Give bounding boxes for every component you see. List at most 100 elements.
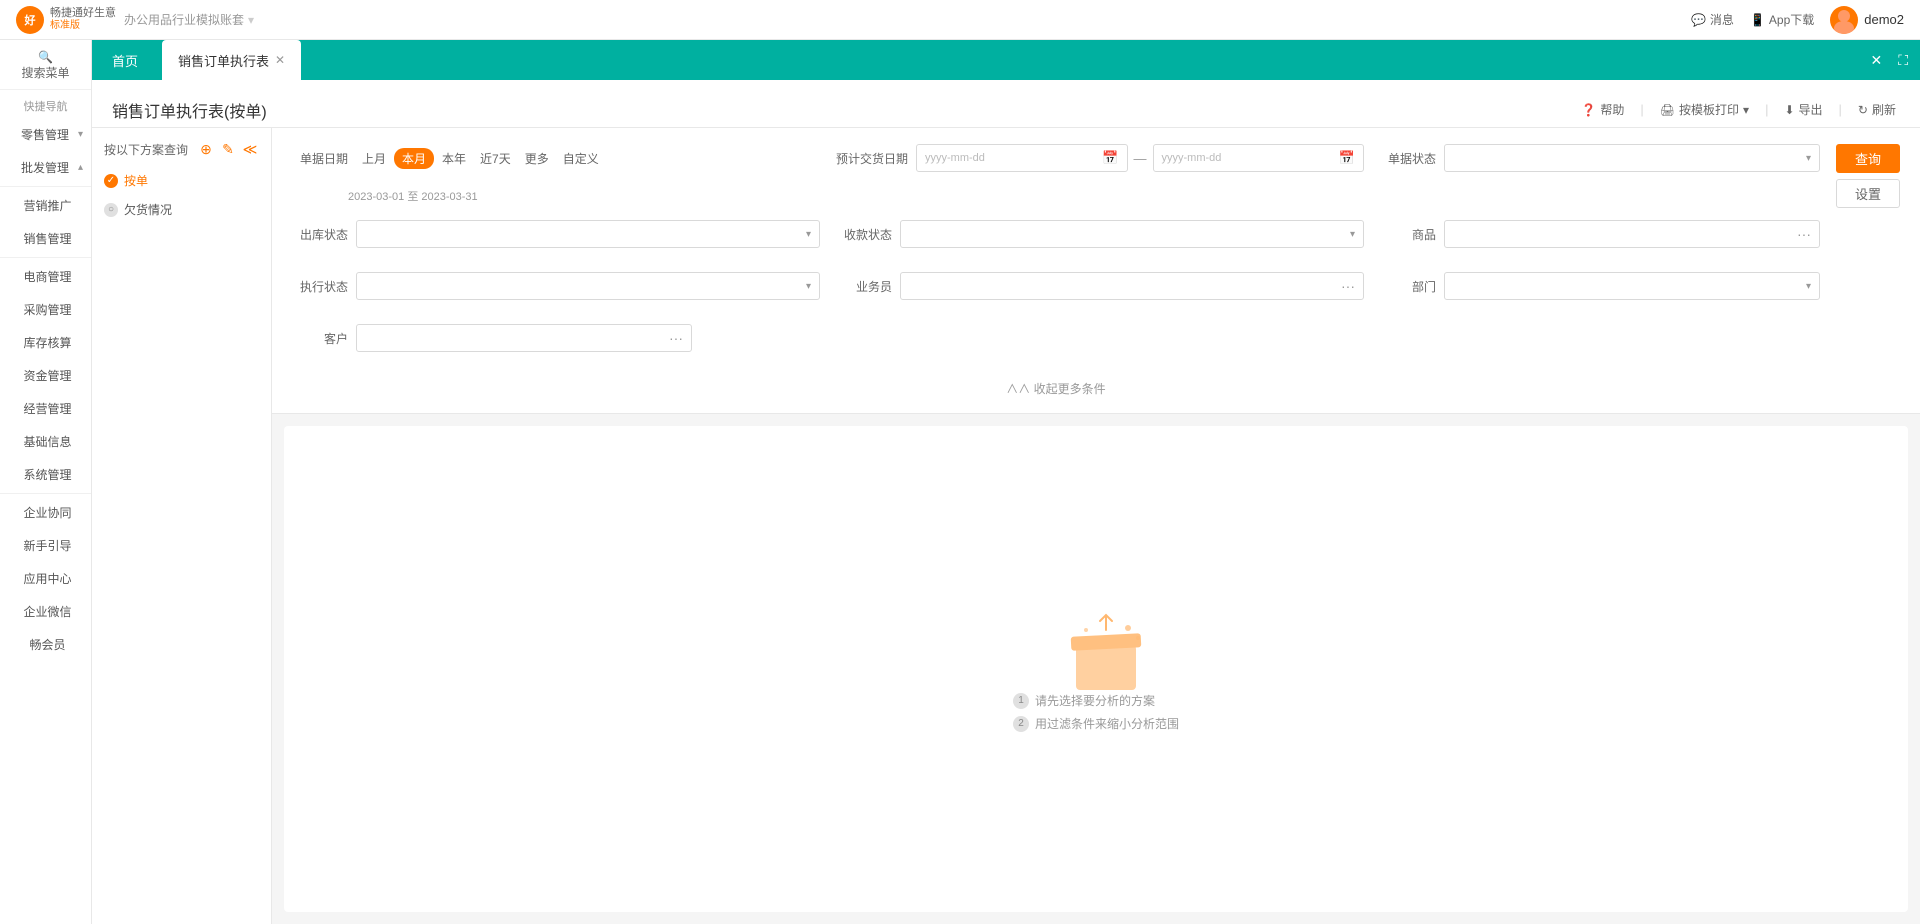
help-icon: ❓ bbox=[1581, 103, 1596, 117]
filter-item-by-order[interactable]: ✓ 按单 bbox=[92, 166, 271, 195]
message-button[interactable]: 💬 消息 bbox=[1691, 11, 1734, 28]
sidebar-item-wholesale-mgmt[interactable]: 批发管理 ▴ bbox=[0, 151, 91, 184]
calendar-start-icon[interactable]: 📅 bbox=[1102, 150, 1118, 166]
expected-date-field: 预计交货日期 yyyy-mm-dd 📅 — bbox=[836, 144, 1364, 172]
sidebar-item-basic-info[interactable]: 基础信息 bbox=[0, 425, 91, 458]
sidebar-item-sales-mgmt[interactable]: 销售管理 bbox=[0, 222, 91, 255]
out-status-dropdown[interactable]: ▾ bbox=[356, 220, 820, 248]
edit-filter-icon[interactable]: ✎ bbox=[219, 140, 237, 158]
help-button[interactable]: ❓ 帮助 bbox=[1577, 99, 1628, 120]
goods-dots[interactable]: ··· bbox=[1797, 226, 1811, 242]
collection-arrow: ▾ bbox=[1350, 229, 1355, 240]
settings-button[interactable]: 设置 bbox=[1836, 179, 1900, 208]
tab-sales-exec[interactable]: 销售订单执行表 ✕ bbox=[162, 40, 301, 80]
message-icon: 💬 bbox=[1691, 13, 1706, 27]
date-separator: — bbox=[1134, 151, 1147, 166]
exec-status-dropdown[interactable]: ▾ bbox=[356, 272, 820, 300]
date-label: 单据日期 bbox=[292, 150, 348, 167]
sidebar-search[interactable]: 🔍 搜索菜单 bbox=[0, 40, 91, 90]
print-dropdown-icon[interactable]: ▾ bbox=[1743, 103, 1749, 117]
date-tab-this-month[interactable]: 本月 bbox=[394, 148, 434, 169]
action-divider: | bbox=[1640, 102, 1643, 117]
sidebar-item-retail-mgmt[interactable]: 零售管理 ▾ bbox=[0, 118, 91, 151]
filter-panel-title: 按以下方案查询 bbox=[104, 141, 188, 158]
collapse-filter-icon[interactable]: ≪ bbox=[241, 140, 259, 158]
empty-hint-2: 2 用过滤条件来缩小分析范围 bbox=[1013, 715, 1179, 732]
sidebar: 🔍 搜索菜单 快捷导航 零售管理 ▾ 批发管理 ▴ 营销推广 销售管理 电商管理 bbox=[0, 40, 92, 924]
status-field: 单据状态 ▾ bbox=[1380, 144, 1820, 172]
sidebar-item-purchase[interactable]: 采购管理 bbox=[0, 293, 91, 326]
query-button[interactable]: 查询 bbox=[1836, 144, 1900, 173]
app-download-button[interactable]: 📱 App下载 bbox=[1750, 11, 1814, 28]
expected-date-label: 预计交货日期 bbox=[836, 150, 908, 167]
goods-field: 商品 ··· bbox=[1380, 220, 1820, 248]
filter-panel: 按以下方案查询 ⊕ ✎ ≪ ✓ 按单 ○ 欠货情况 bbox=[92, 128, 272, 924]
dept-label: 部门 bbox=[1380, 278, 1436, 295]
sidebar-item-operations[interactable]: 经营管理 bbox=[0, 392, 91, 425]
tab-close-icon[interactable]: ✕ bbox=[275, 53, 285, 67]
breadcrumb[interactable]: 办公用品行业模拟账套 ▾ bbox=[124, 11, 258, 28]
tab-fullscreen-icon[interactable]: ⛶ bbox=[1894, 48, 1912, 73]
dept-arrow: ▾ bbox=[1806, 281, 1811, 292]
refresh-button[interactable]: ↻ 刷新 bbox=[1854, 99, 1900, 120]
customer-label: 客户 bbox=[292, 330, 348, 347]
sidebar-item-inventory[interactable]: 库存核算 bbox=[0, 326, 91, 359]
customer-field: 客户 ··· bbox=[292, 324, 692, 352]
sidebar-item-app-center[interactable]: 应用中心 bbox=[0, 562, 91, 595]
customer-dots[interactable]: ··· bbox=[669, 330, 683, 346]
date-tab-custom[interactable]: 自定义 bbox=[557, 148, 605, 169]
dept-dropdown[interactable]: ▾ bbox=[1444, 272, 1820, 300]
tab-bar-right: ✕ ⛶ bbox=[1866, 48, 1920, 73]
chevron-icon: ▾ bbox=[78, 129, 83, 140]
sidebar-item-marketing[interactable]: 营销推广 bbox=[0, 189, 91, 222]
top-header: 好 畅捷通好生意 标准版 办公用品行业模拟账套 ▾ 💬 消息 📱 App下载 bbox=[0, 0, 1920, 40]
expected-date-start[interactable]: yyyy-mm-dd 📅 bbox=[916, 144, 1128, 172]
calendar-end-icon[interactable]: 📅 bbox=[1339, 150, 1355, 166]
filter-item-by-credit[interactable]: ○ 欠货情况 bbox=[92, 195, 271, 224]
status-dropdown[interactable]: ▾ bbox=[1444, 144, 1820, 172]
refresh-icon: ↻ bbox=[1858, 103, 1868, 117]
query-area: 单据日期 上月 本月 本年 近7天 更多 bbox=[272, 128, 1920, 924]
collapse-button[interactable]: ∧∧ 收起更多条件 bbox=[292, 376, 1820, 405]
top-header-left: 好 畅捷通好生意 标准版 办公用品行业模拟账套 ▾ bbox=[16, 6, 258, 34]
salesperson-label: 业务员 bbox=[836, 278, 892, 295]
logo-icon: 好 bbox=[16, 6, 44, 34]
date-tab-more[interactable]: 更多 bbox=[519, 148, 555, 169]
sidebar-item-new-guide[interactable]: 新手引导 bbox=[0, 529, 91, 562]
sidebar-quick-nav[interactable]: 快捷导航 bbox=[0, 90, 91, 118]
tab-close-all-icon[interactable]: ✕ bbox=[1866, 48, 1886, 73]
sidebar-item-enterprise-wechat[interactable]: 企业微信 bbox=[0, 595, 91, 628]
goods-label: 商品 bbox=[1380, 226, 1436, 243]
collection-label: 收款状态 bbox=[836, 226, 892, 243]
export-button[interactable]: ⬇ 导出 bbox=[1780, 99, 1826, 120]
empty-illustration bbox=[1056, 600, 1136, 680]
sidebar-item-finance[interactable]: 资金管理 bbox=[0, 359, 91, 392]
sidebar-item-enterprise-collab[interactable]: 企业协同 bbox=[0, 496, 91, 529]
date-tab-last7[interactable]: 近7天 bbox=[474, 148, 517, 169]
salesperson-dots[interactable]: ··· bbox=[1341, 278, 1355, 294]
date-tabs: 上月 本月 本年 近7天 更多 自定义 bbox=[356, 148, 605, 169]
expected-date-end[interactable]: yyyy-mm-dd 📅 bbox=[1153, 144, 1365, 172]
collection-dropdown[interactable]: ▾ bbox=[900, 220, 1364, 248]
date-tab-this-year[interactable]: 本年 bbox=[436, 148, 472, 169]
print-button[interactable]: 🖨 按模板打印 ▾ bbox=[1656, 99, 1753, 120]
dept-field: 部门 ▾ bbox=[1380, 272, 1820, 300]
salesperson-input[interactable]: ··· bbox=[900, 272, 1364, 300]
hint-number-2: 2 bbox=[1013, 716, 1029, 732]
date-tab-last-month[interactable]: 上月 bbox=[356, 148, 392, 169]
sidebar-item-system-mgmt[interactable]: 系统管理 bbox=[0, 458, 91, 491]
goods-input[interactable]: ··· bbox=[1444, 220, 1820, 248]
sidebar-item-ecommerce[interactable]: 电商管理 bbox=[0, 260, 91, 293]
tab-home[interactable]: 首页 bbox=[92, 40, 158, 80]
date-range-display: 2023-03-01 至 2023-03-31 bbox=[348, 188, 478, 204]
sidebar-item-member[interactable]: 畅会员 bbox=[0, 628, 91, 661]
avatar bbox=[1830, 6, 1858, 34]
action-divider-2: | bbox=[1765, 102, 1768, 117]
exec-status-arrow: ▾ bbox=[806, 281, 811, 292]
date-field: 单据日期 上月 本月 本年 近7天 更多 bbox=[292, 148, 820, 169]
user-area[interactable]: demo2 bbox=[1830, 6, 1904, 34]
customer-input[interactable]: ··· bbox=[356, 324, 692, 352]
add-filter-icon[interactable]: ⊕ bbox=[197, 140, 215, 158]
tab-bar: 首页 销售订单执行表 ✕ ✕ ⛶ bbox=[92, 40, 1920, 80]
export-icon: ⬇ bbox=[1784, 103, 1794, 117]
